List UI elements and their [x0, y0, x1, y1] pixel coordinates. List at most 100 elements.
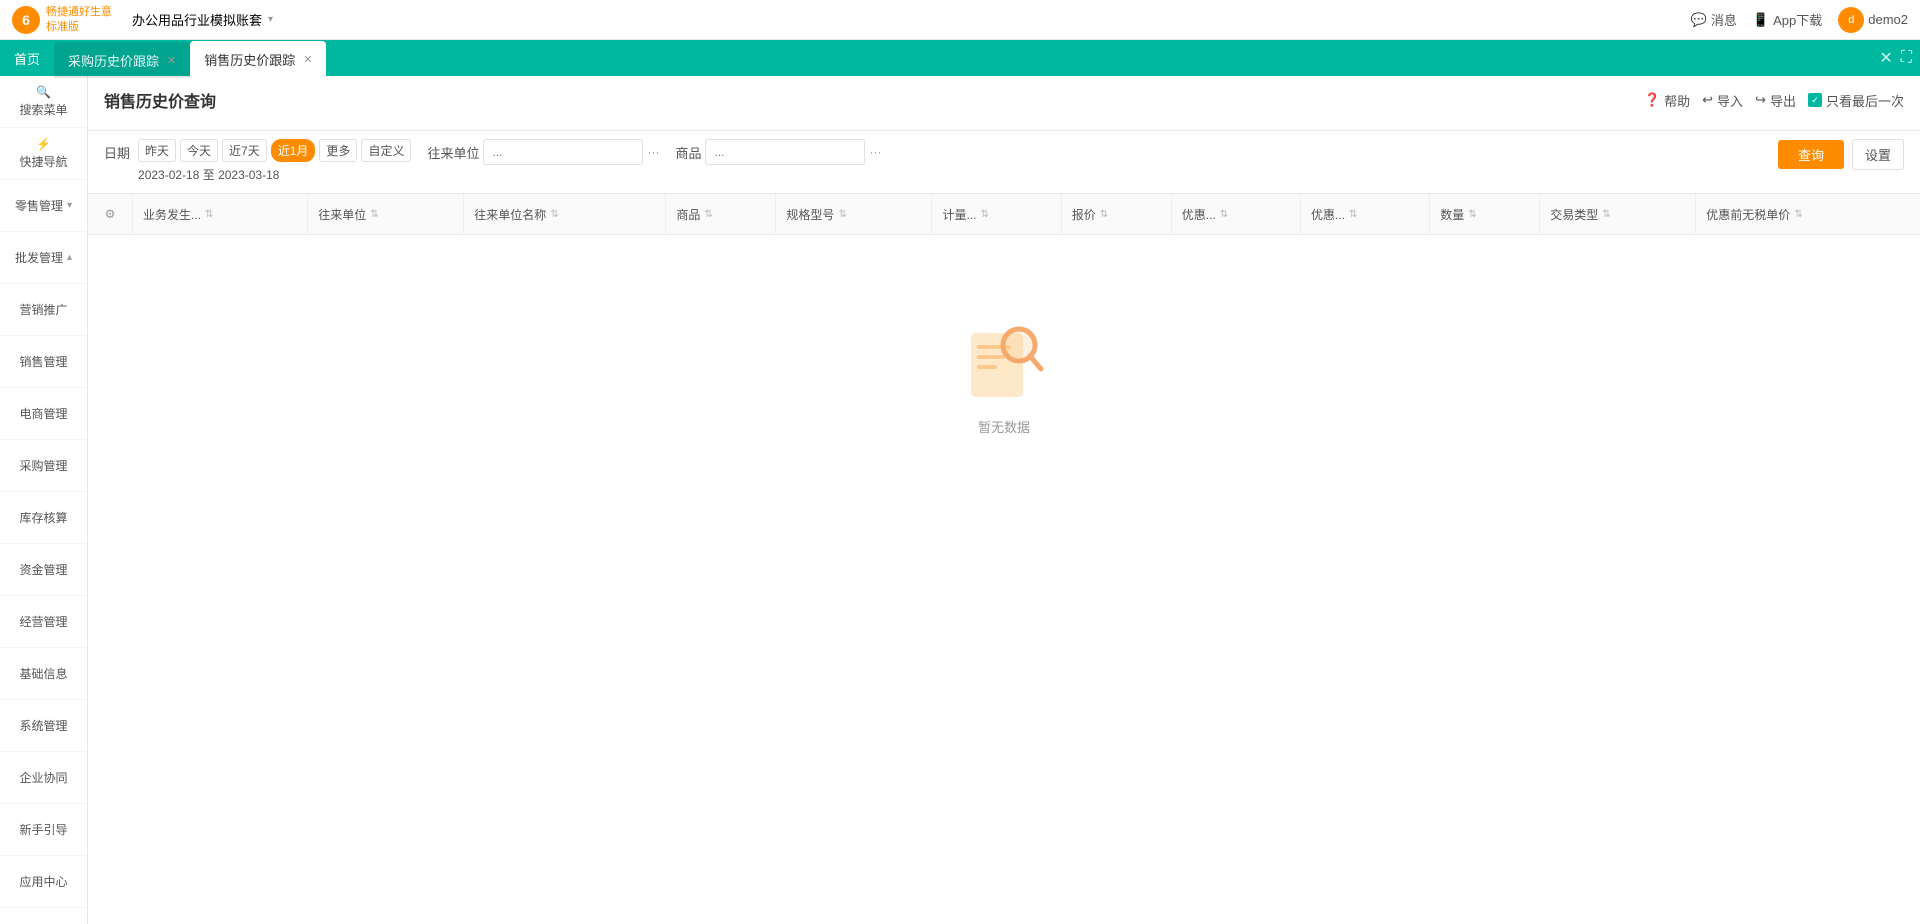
date-buttons: 昨天 今天 近7天 近1月 更多 自定义 2023-02-18 至 2023-0…	[138, 139, 411, 183]
sidebar-item-sales-mgmt[interactable]: 销售管理	[0, 336, 87, 388]
sidebar-item-retail-mgmt[interactable]: 零售管理 ▾	[0, 180, 87, 232]
sidebar-item-enterprise-collab[interactable]: 企业协同	[0, 752, 87, 804]
th-partner-code[interactable]: 往来单位 ⇅	[308, 194, 464, 235]
phone-icon: 📱	[1753, 12, 1769, 28]
th-biz-date[interactable]: 业务发生... ⇅	[133, 194, 308, 235]
source-unit-input[interactable]	[483, 139, 643, 165]
workspace-selector[interactable]: 办公用品行业模拟账套 ▾	[132, 10, 1671, 29]
sidebar-item-purchase-mgmt[interactable]: 采购管理	[0, 440, 87, 492]
th-trade-type[interactable]: 交易类型 ⇅	[1540, 194, 1696, 235]
message-icon: 💬	[1691, 12, 1707, 28]
sidebar-item-basic-info[interactable]: 基础信息	[0, 648, 87, 700]
tab-bar: 首页 采购历史价跟踪 ✕ 销售历史价跟踪 ✕ ✕ ⛶	[0, 40, 1920, 76]
date-btn-custom[interactable]: 自定义	[361, 139, 411, 162]
fullscreen-button[interactable]: ⛶	[1901, 49, 1912, 67]
sort-icon: ⇅	[1794, 209, 1802, 220]
logo-text: 畅捷通好生意 标准版	[46, 5, 112, 34]
import-icon: ↩	[1702, 92, 1713, 108]
main-layout: 🔍 搜索菜单 ⚡ 快捷导航 零售管理 ▾ 批发管理 ▴ 营销推广 销售管理 电商…	[0, 76, 1920, 924]
sidebar-item-system-mgmt[interactable]: 系统管理	[0, 700, 87, 752]
nav-icon: ⚡	[36, 137, 51, 151]
column-settings-button[interactable]: ⚙	[98, 202, 122, 226]
help-icon: ❓	[1644, 92, 1660, 108]
date-btn-7days[interactable]: 近7天	[222, 139, 267, 162]
th-price[interactable]: 报价 ⇅	[1061, 194, 1171, 235]
empty-svg	[959, 315, 1049, 405]
search-icon: 🔍	[36, 85, 51, 99]
sidebar-item-app-center[interactable]: 应用中心	[0, 856, 87, 908]
export-button[interactable]: ↪ 导出	[1755, 91, 1796, 110]
sidebar-item-search-menu[interactable]: 🔍 搜索菜单	[0, 76, 87, 128]
help-button[interactable]: ❓ 帮助	[1644, 91, 1690, 110]
date-btn-yesterday[interactable]: 昨天	[138, 139, 176, 162]
page-title: 销售历史价查询	[104, 88, 216, 112]
product-filter: 商品 ···	[675, 139, 881, 165]
sidebar-item-inventory[interactable]: 库存核算	[0, 492, 87, 544]
th-spec[interactable]: 规格型号 ⇅	[776, 194, 932, 235]
th-discount2[interactable]: 优惠... ⇅	[1300, 194, 1429, 235]
sort-icon: ⇅	[1349, 209, 1357, 220]
empty-state: 暂无数据	[88, 235, 1920, 516]
sort-icon: ⇅	[1100, 209, 1108, 220]
sidebar-item-quick-nav[interactable]: ⚡ 快捷导航	[0, 128, 87, 180]
user-profile[interactable]: d demo2	[1838, 7, 1908, 33]
query-button[interactable]: 查询	[1778, 140, 1844, 169]
sort-icon: ⇅	[981, 209, 989, 220]
sort-icon: ⇅	[1602, 209, 1610, 220]
setting-button[interactable]: 设置	[1852, 139, 1904, 170]
product-more-icon[interactable]: ···	[869, 145, 881, 159]
chevron-down-icon: ▾	[268, 14, 273, 25]
tab-home[interactable]: 首页	[0, 40, 54, 76]
page-header: 销售历史价查询 ❓ 帮助 ↩ 导入 ↪ 导出 ✓	[88, 76, 1920, 131]
message-button[interactable]: 💬 消息	[1691, 10, 1737, 29]
tab-bar-actions: ✕ ⛶	[1879, 48, 1920, 68]
top-bar-left: 6 畅捷通好生意 标准版	[12, 5, 112, 34]
tab-sales-history[interactable]: 销售历史价跟踪 ✕	[190, 41, 326, 77]
close-tab-purchase[interactable]: ✕	[167, 54, 176, 67]
source-unit-more-icon[interactable]: ···	[647, 145, 659, 159]
logo-icon: 6	[12, 6, 40, 34]
sidebar-item-marketing[interactable]: 营销推广	[0, 284, 87, 336]
sidebar-item-enterprise-wechat[interactable]: 企业微信	[0, 908, 87, 924]
date-range-display: 2023-02-18 至 2023-03-18	[138, 166, 411, 183]
chevron-down-icon: ▾	[67, 200, 72, 211]
sidebar-item-new-user-guide[interactable]: 新手引导	[0, 804, 87, 856]
th-partner-name[interactable]: 往来单位名称 ⇅	[464, 194, 666, 235]
only-last-checkbox-area[interactable]: ✓ 只看最后一次	[1808, 91, 1904, 110]
only-last-checkbox[interactable]: ✓	[1808, 93, 1822, 107]
th-quantity[interactable]: 数量 ⇅	[1430, 194, 1540, 235]
sort-icon: ⇅	[1220, 209, 1228, 220]
sort-icon: ⇅	[704, 209, 712, 220]
table-container: ⚙ 业务发生... ⇅ 往来单位 ⇅	[88, 194, 1920, 924]
date-btn-more[interactable]: 更多	[319, 139, 357, 162]
export-icon: ↪	[1755, 92, 1766, 108]
date-btn-row: 昨天 今天 近7天 近1月 更多 自定义	[138, 139, 411, 162]
empty-text: 暂无数据	[978, 417, 1030, 436]
avatar: d	[1838, 7, 1864, 33]
sort-icon: ⇅	[370, 209, 378, 220]
page-header-top: 销售历史价查询 ❓ 帮助 ↩ 导入 ↪ 导出 ✓	[104, 88, 1904, 112]
th-product[interactable]: 商品 ⇅	[666, 194, 776, 235]
date-btn-1month[interactable]: 近1月	[271, 139, 316, 162]
close-all-tabs-button[interactable]: ✕	[1879, 48, 1892, 68]
sidebar-item-ecommerce-mgmt[interactable]: 电商管理	[0, 388, 87, 440]
date-btn-today[interactable]: 今天	[180, 139, 218, 162]
app-download-button[interactable]: 📱 App下载	[1753, 10, 1822, 29]
source-unit-filter: 往来单位 ···	[427, 139, 659, 165]
th-discount1[interactable]: 优惠... ⇅	[1171, 194, 1300, 235]
sort-icon: ⇅	[838, 209, 846, 220]
sidebar-item-ops-mgmt[interactable]: 经营管理	[0, 596, 87, 648]
sort-icon: ⇅	[205, 209, 213, 220]
th-pre-tax-price[interactable]: 优惠前无税单价 ⇅	[1696, 194, 1920, 235]
sidebar-item-wholesale-mgmt[interactable]: 批发管理 ▴	[0, 232, 87, 284]
sort-icon: ⇅	[550, 209, 558, 220]
tab-purchase-history[interactable]: 采购历史价跟踪 ✕	[54, 42, 190, 78]
top-bar: 6 畅捷通好生意 标准版 办公用品行业模拟账套 ▾ 💬 消息 📱 App下载 d…	[0, 0, 1920, 40]
product-input[interactable]	[705, 139, 865, 165]
sidebar-item-finance-mgmt[interactable]: 资金管理	[0, 544, 87, 596]
import-button[interactable]: ↩ 导入	[1702, 91, 1743, 110]
date-filter-group: 日期 昨天 今天 近7天 近1月 更多 自定义 2023-02-18 至 202…	[104, 139, 411, 183]
close-tab-sales[interactable]: ✕	[303, 53, 312, 66]
data-table: ⚙ 业务发生... ⇅ 往来单位 ⇅	[88, 194, 1920, 235]
th-unit[interactable]: 计量... ⇅	[932, 194, 1061, 235]
